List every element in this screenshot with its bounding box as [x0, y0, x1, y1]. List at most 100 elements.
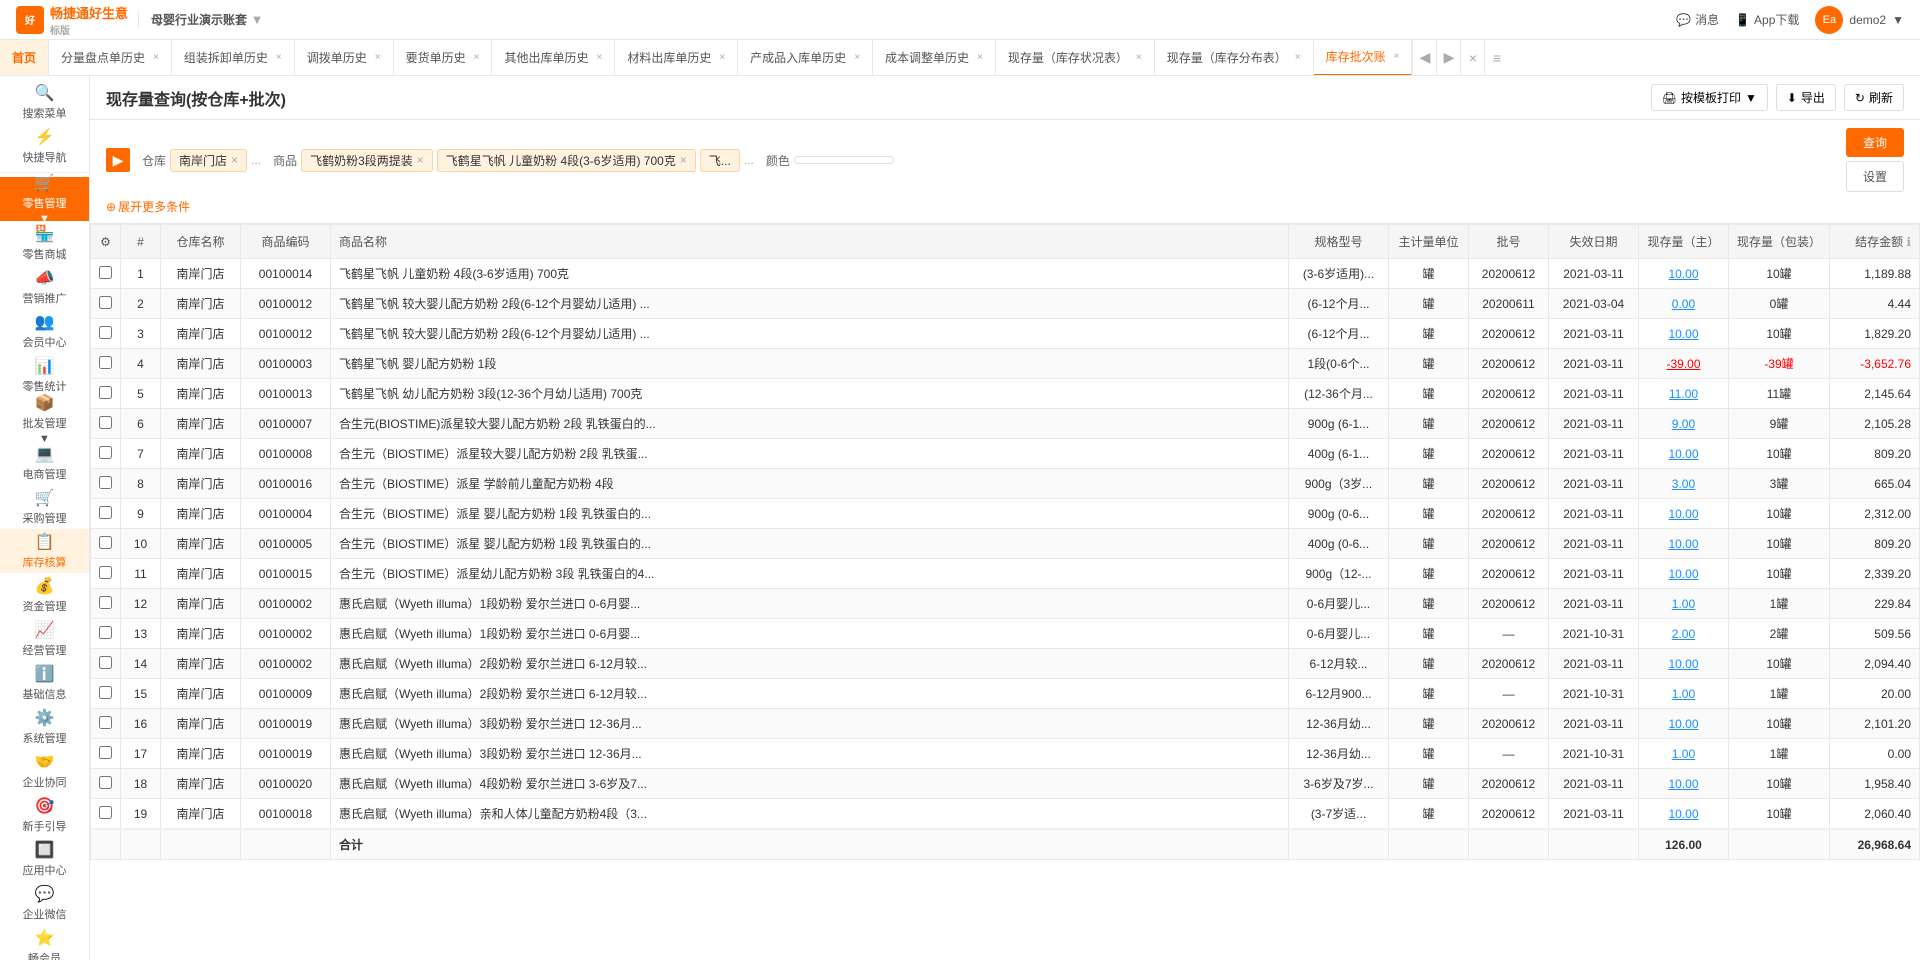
row-check[interactable] — [91, 679, 121, 709]
row-check[interactable] — [91, 619, 121, 649]
row-check[interactable] — [91, 319, 121, 349]
nav-menu-btn[interactable]: ≡ — [1484, 40, 1508, 76]
row-checkbox[interactable] — [99, 536, 112, 549]
row-check[interactable] — [91, 289, 121, 319]
row-checkbox[interactable] — [99, 356, 112, 369]
app-download-btn[interactable]: 📱 App下载 — [1735, 11, 1799, 28]
tab-zuzhuang[interactable]: 组装拆卸单历史 × — [172, 40, 295, 76]
nav-next-btn[interactable]: ▶ — [1436, 40, 1460, 76]
breadcrumb-dropdown-icon[interactable]: ▼ — [251, 12, 264, 27]
row-checkbox[interactable] — [99, 416, 112, 429]
tab-close-4[interactable]: × — [474, 52, 480, 63]
product-filter-tag-3[interactable]: 飞... — [700, 149, 740, 172]
row-check[interactable] — [91, 349, 121, 379]
row-stock-main[interactable]: 10.00 — [1638, 529, 1728, 559]
row-check[interactable] — [91, 529, 121, 559]
tab-close-2[interactable]: × — [276, 52, 282, 63]
tab-cailiao[interactable]: 材料出库单历史 × — [615, 40, 738, 76]
nav-close-all-btn[interactable]: × — [1460, 40, 1484, 76]
sidebar-item-appstore[interactable]: 🔲 应用中心 — [0, 837, 89, 881]
tab-close-7[interactable]: × — [854, 52, 860, 63]
sidebar-item-guide[interactable]: 🎯 新手引导 — [0, 793, 89, 837]
sidebar-item-mall[interactable]: 🏪 零售商城 — [0, 221, 89, 265]
tab-close-11[interactable]: × — [1394, 51, 1400, 62]
expand-conditions-btn[interactable]: ⊕ 展开更多条件 — [106, 198, 1904, 215]
row-stock-main[interactable]: 3.00 — [1638, 469, 1728, 499]
row-checkbox[interactable] — [99, 386, 112, 399]
tab-close-5[interactable]: × — [596, 52, 602, 63]
row-stock-main[interactable]: -39.00 — [1638, 349, 1728, 379]
sidebar-item-retail-stat[interactable]: 📊 零售统计 — [0, 353, 89, 397]
sidebar-item-marketing[interactable]: 📣 营销推广 — [0, 265, 89, 309]
row-checkbox[interactable] — [99, 506, 112, 519]
row-check[interactable] — [91, 409, 121, 439]
row-check[interactable] — [91, 259, 121, 289]
row-check[interactable] — [91, 799, 121, 830]
tab-fenliangpandian[interactable]: 分量盘点单历史 × — [49, 40, 172, 76]
row-checkbox[interactable] — [99, 746, 112, 759]
sidebar-item-inventory[interactable]: 📋 库存核算 — [0, 529, 89, 573]
user-area[interactable]: Ea demo2 ▼ — [1815, 6, 1904, 34]
product-more[interactable]: ... — [744, 153, 754, 167]
row-stock-main[interactable]: 10.00 — [1638, 499, 1728, 529]
tab-home[interactable]: 首页 — [0, 40, 49, 76]
sidebar-item-finance[interactable]: 💰 资金管理 — [0, 573, 89, 617]
row-checkbox[interactable] — [99, 326, 112, 339]
color-filter-dropdown[interactable] — [794, 156, 894, 164]
product-tag-1-remove[interactable]: × — [417, 153, 424, 167]
warehouse-filter-tag[interactable]: 南岸门店 × — [170, 149, 247, 172]
message-btn[interactable]: 💬 消息 — [1676, 11, 1719, 28]
row-check[interactable] — [91, 649, 121, 679]
row-checkbox[interactable] — [99, 596, 112, 609]
row-stock-main[interactable]: 10.00 — [1638, 559, 1728, 589]
sidebar-item-search[interactable]: 🔍 搜索菜单 — [0, 80, 89, 124]
row-stock-main[interactable]: 10.00 — [1638, 769, 1728, 799]
row-stock-main[interactable]: 1.00 — [1638, 679, 1728, 709]
row-checkbox[interactable] — [99, 266, 112, 279]
tab-close-10[interactable]: × — [1295, 52, 1301, 63]
row-checkbox[interactable] — [99, 296, 112, 309]
setting-button[interactable]: 设置 — [1846, 161, 1904, 192]
row-stock-main[interactable]: 10.00 — [1638, 709, 1728, 739]
row-checkbox[interactable] — [99, 476, 112, 489]
export-button[interactable]: ⬇ 导出 — [1776, 84, 1836, 111]
row-stock-main[interactable]: 10.00 — [1638, 649, 1728, 679]
tab-kucun-dist[interactable]: 现存量（库存分布表）× — [1155, 40, 1314, 76]
row-check[interactable] — [91, 559, 121, 589]
nav-prev-btn[interactable]: ◀ — [1412, 40, 1436, 76]
row-stock-main[interactable]: 10.00 — [1638, 439, 1728, 469]
tab-chancheng[interactable]: 产成品入库单历史 × — [738, 40, 873, 76]
sidebar-item-vip[interactable]: ⭐ 畅会员 — [0, 925, 89, 960]
row-checkbox[interactable] — [99, 626, 112, 639]
row-stock-main[interactable]: 11.00 — [1638, 379, 1728, 409]
sidebar-item-operation[interactable]: 📈 经营管理 — [0, 617, 89, 661]
sidebar-item-wechat[interactable]: 💬 企业微信 — [0, 881, 89, 925]
row-stock-main[interactable]: 1.00 — [1638, 589, 1728, 619]
tab-close-8[interactable]: × — [977, 52, 983, 63]
sidebar-item-member[interactable]: 👥 会员中心 — [0, 309, 89, 353]
sidebar-item-system[interactable]: ⚙️ 系统管理 — [0, 705, 89, 749]
sidebar-item-wholesale[interactable]: 📦 批发管理 ▼ — [0, 397, 89, 441]
sidebar-item-nav[interactable]: ⚡ 快捷导航 — [0, 124, 89, 168]
th-settings[interactable]: ⚙ — [91, 225, 121, 259]
row-checkbox[interactable] — [99, 806, 112, 819]
tab-qita[interactable]: 其他出库单历史 × — [492, 40, 615, 76]
row-stock-main[interactable]: 10.00 — [1638, 319, 1728, 349]
tab-close-3[interactable]: × — [375, 52, 381, 63]
row-checkbox[interactable] — [99, 716, 112, 729]
row-check[interactable] — [91, 499, 121, 529]
sidebar-item-collab[interactable]: 🤝 企业协同 — [0, 749, 89, 793]
row-checkbox[interactable] — [99, 566, 112, 579]
row-check[interactable] — [91, 739, 121, 769]
row-stock-main[interactable]: 10.00 — [1638, 259, 1728, 289]
row-stock-main[interactable]: 9.00 — [1638, 409, 1728, 439]
sidebar-item-basic[interactable]: ℹ️ 基础信息 — [0, 661, 89, 705]
product-filter-tag-1[interactable]: 飞鹤奶粉3段两提装 × — [301, 149, 433, 172]
row-checkbox[interactable] — [99, 776, 112, 789]
sidebar-item-retail[interactable]: 🛒 零售管理 ▼ — [0, 177, 89, 221]
product-filter-tag-2[interactable]: 飞鹤星飞帆 儿童奶粉 4段(3-6岁适用) 700克 × — [437, 149, 696, 172]
sidebar-item-purchase[interactable]: 🛒 采购管理 — [0, 485, 89, 529]
tab-diaobo[interactable]: 调拨单历史 × — [295, 40, 394, 76]
filter-toggle-button[interactable]: ▶ — [106, 148, 130, 172]
query-button[interactable]: 查询 — [1846, 128, 1904, 157]
